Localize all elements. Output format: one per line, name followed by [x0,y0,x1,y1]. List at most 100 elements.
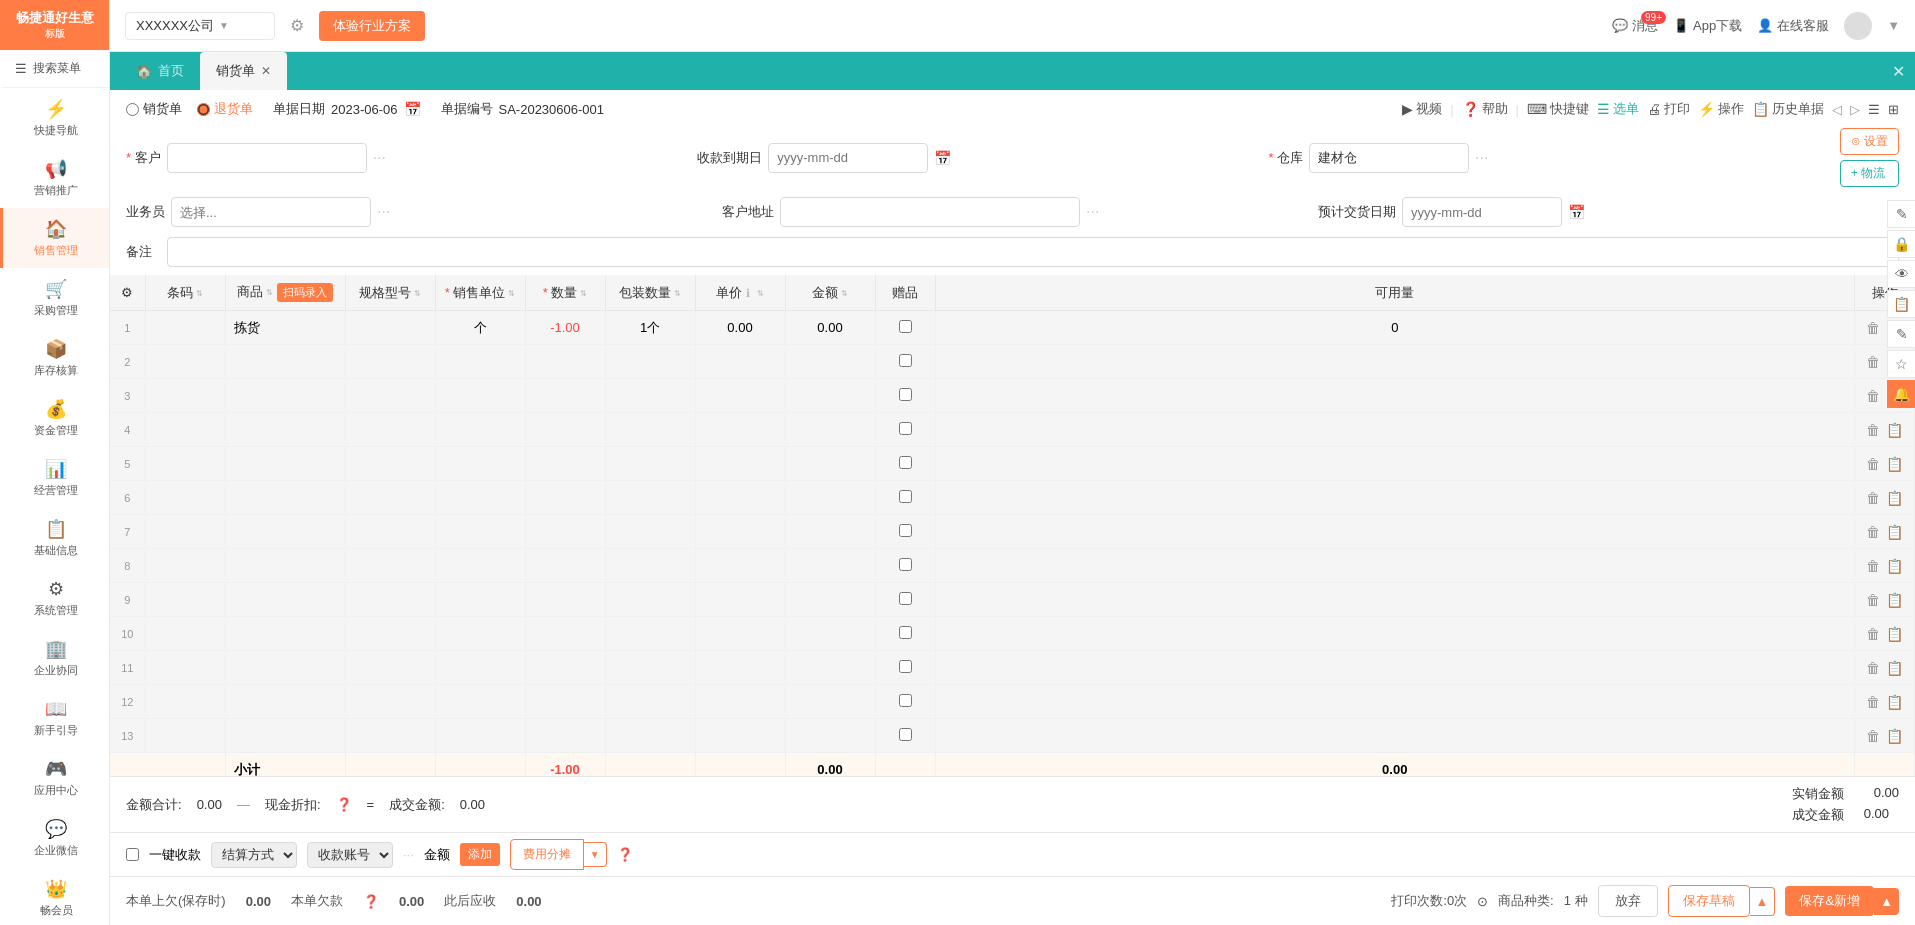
help-icon2[interactable]: ❓ [363,894,379,909]
account-dots-icon[interactable]: ··· [403,847,414,862]
address-dots-icon[interactable]: ··· [1086,203,1099,221]
delete-icon[interactable]: 🗑 [1866,728,1880,744]
settings-th-icon[interactable]: ⚙ [121,285,133,300]
sidebar-item-sales[interactable]: 🏠 销售管理 [0,208,109,268]
remarks-input[interactable] [167,237,1899,267]
fee-help-icon[interactable]: ❓ [617,847,633,862]
gift-checkbox[interactable] [899,354,912,367]
sidebar-item-marketing[interactable]: 📢 营销推广 [0,148,109,208]
fee-split-button[interactable]: 费用分摊 ▼ [510,839,607,870]
gift-checkbox[interactable] [899,728,912,741]
gift-checkbox[interactable] [899,456,912,469]
list-view-icon[interactable]: ☰ [1868,102,1880,117]
company-selector[interactable]: XXXXXX公司 ▼ [125,12,275,40]
user-avatar[interactable] [1844,12,1872,40]
sidebar-item-guide[interactable]: 📖 新手引导 [0,688,109,748]
gift-checkbox[interactable] [899,626,912,639]
close-all-tabs-icon[interactable]: ✕ [1892,63,1905,80]
gift-checkbox[interactable] [899,694,912,707]
warehouse-dots-icon[interactable]: ··· [1475,149,1488,167]
sidebar-item-inventory[interactable]: 📦 库存核算 [0,328,109,388]
delete-icon[interactable]: 🗑 [1866,388,1880,404]
save-draft-arrow-icon[interactable]: ▲ [1750,887,1776,916]
sidebar-item-purchase[interactable]: 🛒 采购管理 [0,268,109,328]
tab-close-icon[interactable]: ✕ [261,64,271,78]
calc-method-select[interactable]: 结算方式 [211,842,297,868]
copy-icon[interactable]: 📋 [1886,456,1903,472]
copy-icon[interactable]: 📋 [1886,592,1903,608]
customer-address-input[interactable] [780,197,1080,227]
date-calendar-icon[interactable]: 📅 [404,101,421,117]
copy-icon[interactable]: 📋 [1886,660,1903,676]
trial-button[interactable]: 体验行业方案 [319,11,425,41]
radio-sales-input[interactable] [126,103,139,116]
gift-checkbox[interactable] [899,660,912,673]
gift-checkbox[interactable] [899,422,912,435]
app-download-item[interactable]: 📱 App下载 [1673,17,1742,35]
unit-price-info-icon[interactable]: ℹ [746,287,750,299]
gift-checkbox[interactable] [899,388,912,401]
salesperson-input[interactable] [171,197,371,227]
gift-checkbox[interactable] [899,320,912,333]
expected-delivery-input[interactable] [1402,197,1562,227]
delete-icon[interactable]: 🗑 [1866,490,1880,506]
copy-icon[interactable]: 📋 [1886,626,1903,642]
toolbar-operation[interactable]: ⚡ 操作 [1698,100,1744,118]
copy-icon[interactable]: 📋 [1886,422,1903,438]
copy-icon[interactable]: 📋 [1886,558,1903,574]
delete-icon[interactable]: 🗑 [1866,354,1880,370]
toolbar-history[interactable]: 📋 历史单据 [1752,100,1824,118]
scan-button[interactable]: 扫码录入 [277,283,333,302]
float-btn-3[interactable]: 👁 [1887,260,1915,288]
copy-icon[interactable]: 📋 [1886,524,1903,540]
gift-checkbox[interactable] [899,592,912,605]
sidebar-item-enterprise[interactable]: 🏢 企业协同 [0,628,109,688]
copy-icon[interactable]: 📋 [1886,694,1903,710]
toolbar-shortcut[interactable]: ⌨ 快捷键 [1527,100,1589,118]
fee-split-arrow-icon[interactable]: ▼ [584,842,607,867]
delete-icon[interactable]: 🗑 [1866,422,1880,438]
float-btn-2[interactable]: 🔒 [1887,230,1915,258]
delete-icon[interactable]: 🗑 [1866,592,1880,608]
sidebar-item-operation[interactable]: 📊 经营管理 [0,448,109,508]
delivery-calendar-icon[interactable]: 📅 [1568,204,1585,220]
sidebar-item-quick-nav[interactable]: ⚡ 快捷导航 [0,88,109,148]
sidebar-item-member[interactable]: 👑 畅会员 [0,868,109,925]
delete-icon[interactable]: 🗑 [1866,320,1880,336]
online-service-item[interactable]: 👤 在线客服 [1757,17,1829,35]
sidebar-item-appcenter[interactable]: 🎮 应用中心 [0,748,109,808]
toolbar-help[interactable]: ❓ 帮助 [1462,100,1508,118]
copy-icon[interactable]: 📋 [1886,728,1903,744]
float-btn-7[interactable]: 🔔 [1887,380,1915,408]
add-payment-button[interactable]: 添加 [460,843,500,866]
sidebar-item-search[interactable]: ☰ 搜索菜单 [0,50,109,88]
customer-input[interactable] [167,143,367,173]
toolbar-filter[interactable]: ☰ 选单 [1597,100,1639,118]
cash-discount-help-icon[interactable]: ❓ [336,797,352,812]
gift-checkbox[interactable] [899,490,912,503]
radio-return[interactable]: 退货单 [197,100,253,118]
delete-icon[interactable]: 🗑 [1866,558,1880,574]
payment-account-select[interactable]: 收款账号 [307,842,393,868]
abandon-button[interactable]: 放弃 [1598,885,1658,917]
save-new-button[interactable]: 保存&新增 ▲ [1785,886,1899,916]
toolbar-print[interactable]: 🖨 打印 [1647,100,1690,118]
header-gear-icon[interactable]: ⚙ [285,11,309,40]
save-draft-button[interactable]: 保存草稿 ▲ [1668,885,1776,917]
payment-date-input[interactable] [768,143,928,173]
one-key-payment-checkbox[interactable] [126,848,139,861]
float-btn-4[interactable]: 📋 [1887,290,1915,318]
gift-checkbox[interactable] [899,558,912,571]
delete-icon[interactable]: 🗑 [1866,524,1880,540]
delete-icon[interactable]: 🗑 [1866,694,1880,710]
float-btn-1[interactable]: ✎ [1887,200,1915,228]
sidebar-item-system[interactable]: ⚙ 系统管理 [0,568,109,628]
tab-home[interactable]: 🏠 首页 [120,52,200,90]
float-btn-6[interactable]: ☆ [1887,350,1915,378]
sidebar-item-basic[interactable]: 📋 基础信息 [0,508,109,568]
tab-sales-order[interactable]: 销货单 ✕ [200,52,287,90]
radio-sales[interactable]: 销货单 [126,100,182,118]
logistics-button[interactable]: + 物流 [1840,160,1899,187]
message-item[interactable]: 💬 消息 99+ [1612,17,1658,35]
toolbar-video[interactable]: ▶ 视频 [1402,100,1442,118]
